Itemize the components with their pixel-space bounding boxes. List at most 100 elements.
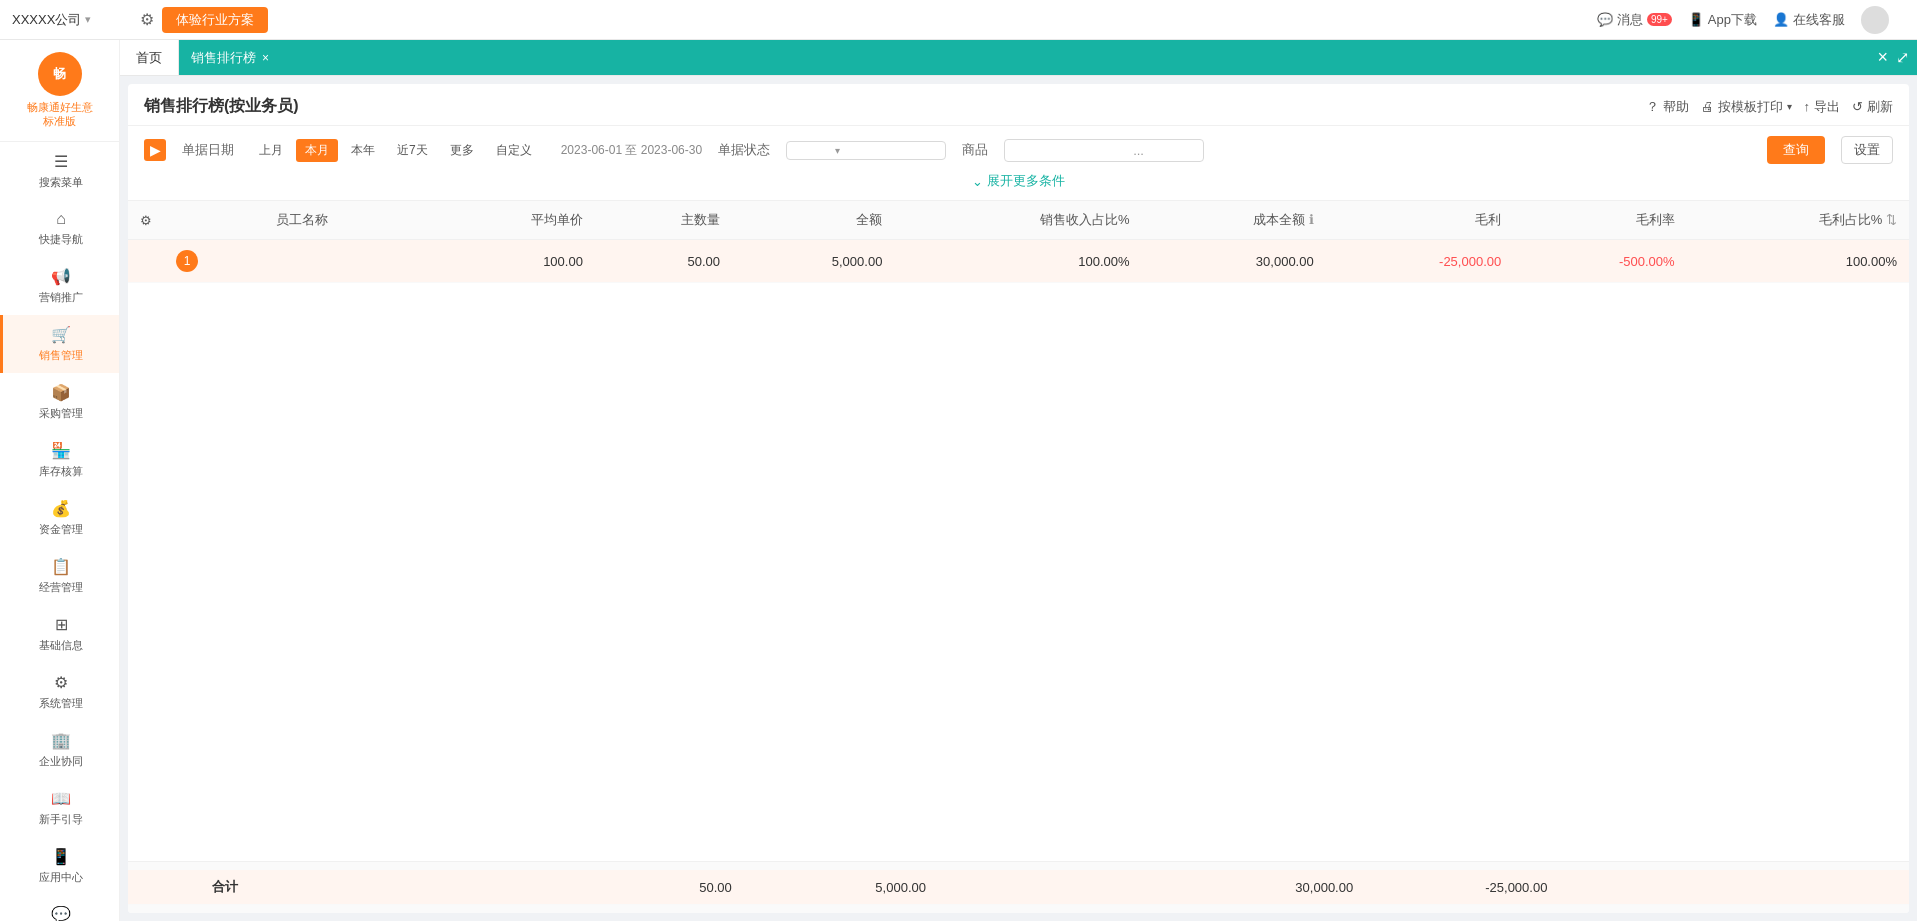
top-bar-right: 💬 消息 99+ 📱 App下载 👤 在线客服 — [1597, 6, 1905, 34]
col-avg-price: 平均单价 — [430, 201, 595, 240]
avatar[interactable] — [1861, 6, 1889, 34]
app-label: App下载 — [1708, 11, 1757, 29]
sidebar-item-search[interactable]: ☰ 搜索菜单 — [0, 142, 119, 200]
app-icon: 📱 — [1688, 12, 1704, 27]
refresh-label: 刷新 — [1867, 98, 1893, 116]
settings-icon[interactable]: ⚙ — [140, 10, 154, 29]
row-employee-name — [264, 240, 429, 283]
wechat-icon: 💬 — [51, 905, 71, 921]
expand-conditions-button[interactable]: ⌄ 展开更多条件 — [972, 172, 1065, 190]
date-btn-7days[interactable]: 近7天 — [388, 139, 437, 162]
tab-close-icon[interactable]: × — [262, 51, 269, 65]
footer-amount: 5,000.00 — [744, 870, 938, 905]
sidebar-item-purchase[interactable]: 📦 采购管理 — [0, 373, 119, 431]
inventory-icon: 🏪 — [51, 441, 71, 460]
sidebar-item-sales[interactable]: 🛒 销售管理 — [0, 315, 119, 373]
sidebar-item-label: 搜索菜单 — [39, 175, 83, 190]
print-button[interactable]: 🖨 按模板打印 ▾ — [1701, 98, 1792, 116]
message-label: 消息 — [1617, 11, 1643, 29]
refresh-button[interactable]: ↺ 刷新 — [1852, 98, 1893, 116]
app-download-button[interactable]: 📱 App下载 — [1688, 11, 1757, 29]
tab-label: 销售排行榜 — [191, 49, 256, 67]
sidebar-item-finance[interactable]: 💰 资金管理 — [0, 489, 119, 547]
rank-badge: 1 — [176, 250, 198, 272]
sidebar-item-label: 营销推广 — [39, 290, 83, 305]
tab-bar: 首页 销售排行榜 × × ⤢ — [120, 40, 1917, 76]
tab-home[interactable]: 首页 — [120, 40, 179, 75]
logo-char: 畅 — [53, 65, 66, 83]
app-center-icon: 📱 — [51, 847, 71, 866]
sidebar-item-wechat[interactable]: 💬 企业微信 — [0, 895, 119, 921]
sidebar-item-marketing[interactable]: 📢 营销推广 — [0, 257, 119, 315]
col-settings[interactable]: ⚙ — [128, 201, 164, 240]
date-btn-custom[interactable]: 自定义 — [487, 139, 541, 162]
goods-label: 商品 — [962, 141, 988, 159]
date-btn-more[interactable]: 更多 — [441, 139, 483, 162]
sidebar-item-label: 应用中心 — [39, 870, 83, 885]
date-buttons: 上月 本月 本年 近7天 更多 自定义 — [250, 139, 541, 162]
sidebar-item-label: 资金管理 — [39, 522, 83, 537]
row-avg-price: 100.00 — [430, 240, 595, 283]
status-label: 单据状态 — [718, 141, 770, 159]
col-profit: 毛利 — [1326, 201, 1514, 240]
filter-toggle-btn[interactable]: ▶ — [144, 139, 166, 161]
status-chevron-icon: ▾ — [835, 145, 840, 156]
logo-text: 畅康通好生意标准版 — [27, 100, 93, 129]
page-actions: ？ 帮助 🖨 按模板打印 ▾ ↑ 导出 ↺ 刷新 — [1646, 98, 1894, 116]
col-settings-icon: ⚙ — [140, 213, 152, 228]
sidebar-item-label: 企业协同 — [39, 754, 83, 769]
tab-home-label: 首页 — [136, 49, 162, 67]
goods-input[interactable]: ... — [1004, 139, 1204, 162]
row-cost: 30,000.00 — [1142, 240, 1326, 283]
sidebar-item-enterprise[interactable]: 🏢 企业协同 — [0, 721, 119, 779]
sales-icon: 🛒 — [51, 325, 71, 344]
date-btn-current-month[interactable]: 本月 — [296, 139, 338, 162]
sidebar-item-app-center[interactable]: 📱 应用中心 — [0, 837, 119, 895]
sidebar-item-system[interactable]: ⚙ 系统管理 — [0, 663, 119, 721]
company-chevron: ▾ — [85, 13, 91, 26]
company-selector[interactable]: XXXXX公司 ▾ — [12, 11, 132, 29]
status-select[interactable]: ▾ — [786, 141, 946, 160]
print-label: 按模板打印 — [1718, 98, 1783, 116]
basics-icon: ⊞ — [55, 615, 68, 634]
col-profit-rate: 毛利率 — [1513, 201, 1686, 240]
export-icon: ↑ — [1804, 99, 1811, 114]
query-button[interactable]: 查询 — [1767, 136, 1825, 164]
sidebar-item-label: 销售管理 — [39, 348, 83, 363]
enterprise-icon: 🏢 — [51, 731, 71, 750]
sidebar-item-inventory[interactable]: 🏪 库存核算 — [0, 431, 119, 489]
guide-icon: 📖 — [51, 789, 71, 808]
settings-button[interactable]: 设置 — [1841, 136, 1893, 164]
col-profit-pct: 毛利占比% ⇅ — [1687, 201, 1909, 240]
sidebar-item-label: 采购管理 — [39, 406, 83, 421]
window-close-icon[interactable]: × — [1877, 47, 1888, 68]
sidebar-item-basics[interactable]: ⊞ 基础信息 — [0, 605, 119, 663]
date-btn-current-year[interactable]: 本年 — [342, 139, 384, 162]
print-icon: 🖨 — [1701, 99, 1714, 114]
online-service-button[interactable]: 👤 在线客服 — [1773, 11, 1845, 29]
window-expand-icon[interactable]: ⤢ — [1896, 48, 1909, 67]
cost-info-icon[interactable]: ℹ — [1309, 212, 1314, 227]
tab-bar-right: × ⤢ — [1877, 47, 1917, 68]
col-employee-name: 员工名称 — [264, 201, 429, 240]
date-btn-last-month[interactable]: 上月 — [250, 139, 292, 162]
finance-icon: 💰 — [51, 499, 71, 518]
col-qty: 主数量 — [595, 201, 732, 240]
message-button[interactable]: 💬 消息 99+ — [1597, 11, 1672, 29]
help-button[interactable]: ？ 帮助 — [1646, 98, 1689, 116]
date-label: 单据日期 — [182, 141, 234, 159]
sidebar-item-guide[interactable]: 📖 新手引导 — [0, 779, 119, 837]
date-range: 2023-06-01 至 2023-06-30 — [561, 142, 702, 159]
export-label: 导出 — [1814, 98, 1840, 116]
refresh-icon: ↺ — [1852, 99, 1863, 114]
sidebar-item-operations[interactable]: 📋 经营管理 — [0, 547, 119, 605]
col-amount: 全额 — [732, 201, 894, 240]
sidebar-item-shortcuts[interactable]: ⌂ 快捷导航 — [0, 200, 119, 257]
service-label: 在线客服 — [1793, 11, 1845, 29]
try-industry-button[interactable]: 体验行业方案 — [162, 7, 268, 33]
table-row: 1 100.00 50.00 5,000.00 100.00% 30,000.0… — [128, 240, 1909, 283]
message-badge: 99+ — [1647, 13, 1672, 26]
tab-sales-ranking[interactable]: 销售排行榜 × — [179, 40, 281, 75]
profit-pct-icon[interactable]: ⇅ — [1886, 212, 1897, 227]
export-button[interactable]: ↑ 导出 — [1804, 98, 1841, 116]
